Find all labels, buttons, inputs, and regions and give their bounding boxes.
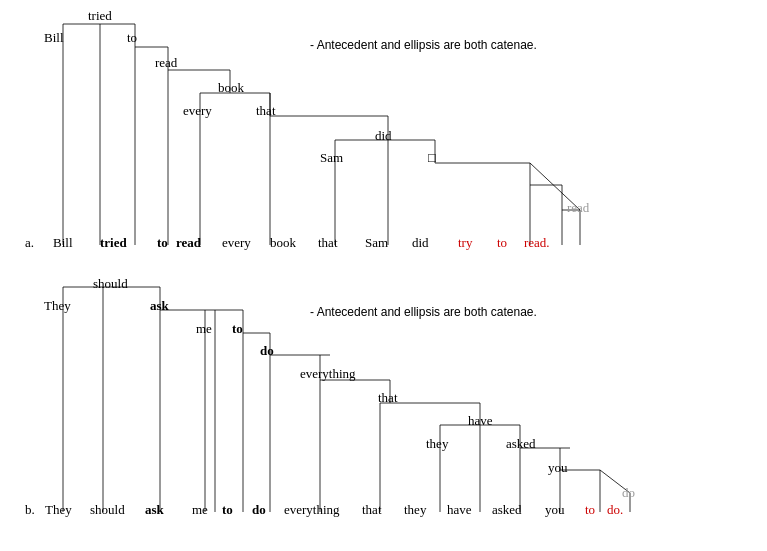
sent-to2-b: to: [585, 502, 595, 518]
sent-you-b: you: [545, 502, 565, 518]
annotation-b: - Antecedent and ellipsis are both caten…: [310, 305, 537, 319]
label-a: a.: [25, 235, 34, 251]
sent-book-a: book: [270, 235, 296, 251]
tree-word-that-a: that: [256, 103, 276, 119]
tree-word-that-b: that: [378, 390, 398, 406]
sent-every-a: every: [222, 235, 251, 251]
sent-bill-a: Bill: [53, 235, 73, 251]
sent-to-b: to: [222, 502, 233, 518]
sent-they-b: They: [45, 502, 72, 518]
tree-word-box-a: □: [428, 150, 436, 166]
syntax-diagram: tried Bill to read book every that did S…: [0, 0, 767, 551]
tree-word-sam-a: Sam: [320, 150, 343, 166]
sent-ask-b: ask: [145, 502, 164, 518]
sent-read-a: read: [176, 235, 201, 251]
sent-have-b: have: [447, 502, 472, 518]
tree-word-everything-b: everything: [300, 366, 356, 382]
sent-should-b: should: [90, 502, 125, 518]
sent-try-a: try: [458, 235, 472, 251]
sent-tried-a: tried: [100, 235, 127, 251]
sent-asked-b: asked: [492, 502, 522, 518]
tree-word-you-b: you: [548, 460, 568, 476]
sent-do2-b: do.: [607, 502, 623, 518]
tree-word-to-a: to: [127, 30, 137, 46]
tree-word-they-b: They: [44, 298, 71, 314]
tree-word-me-b: me: [196, 321, 212, 337]
tree-word-have-b: have: [468, 413, 493, 429]
sent-to-a: to: [157, 235, 168, 251]
sent-sam-a: Sam: [365, 235, 388, 251]
tree-word-read-a: read: [155, 55, 177, 71]
sent-they2-b: they: [404, 502, 426, 518]
tree-word-to-b: to: [232, 321, 243, 337]
tree-word-do-gray-b: do: [622, 485, 635, 501]
sent-read2-a: read.: [524, 235, 550, 251]
sent-me-b: me: [192, 502, 208, 518]
sent-do-b: do: [252, 502, 266, 518]
sent-that-a: that: [318, 235, 338, 251]
tree-word-every-a: every: [183, 103, 212, 119]
annotation-a: - Antecedent and ellipsis are both caten…: [310, 38, 537, 52]
tree-word-asked-b: asked: [506, 436, 536, 452]
tree-word-should-b: should: [93, 276, 128, 292]
tree-word-ask-b: ask: [150, 298, 169, 314]
sent-to2-a: to: [497, 235, 507, 251]
tree-word-did-a: did: [375, 128, 392, 144]
tree-word-read-gray-a: read: [567, 200, 589, 216]
label-b: b.: [25, 502, 35, 518]
sent-did-a: did: [412, 235, 429, 251]
tree-word-tried-a: tried: [88, 8, 112, 24]
tree-word-bill-a: Bill: [44, 30, 64, 46]
sent-that-b: that: [362, 502, 382, 518]
tree-word-they-b2: they: [426, 436, 448, 452]
tree-word-book-a: book: [218, 80, 244, 96]
tree-word-do-b: do: [260, 343, 274, 359]
sent-everything-b: everything: [284, 502, 340, 518]
